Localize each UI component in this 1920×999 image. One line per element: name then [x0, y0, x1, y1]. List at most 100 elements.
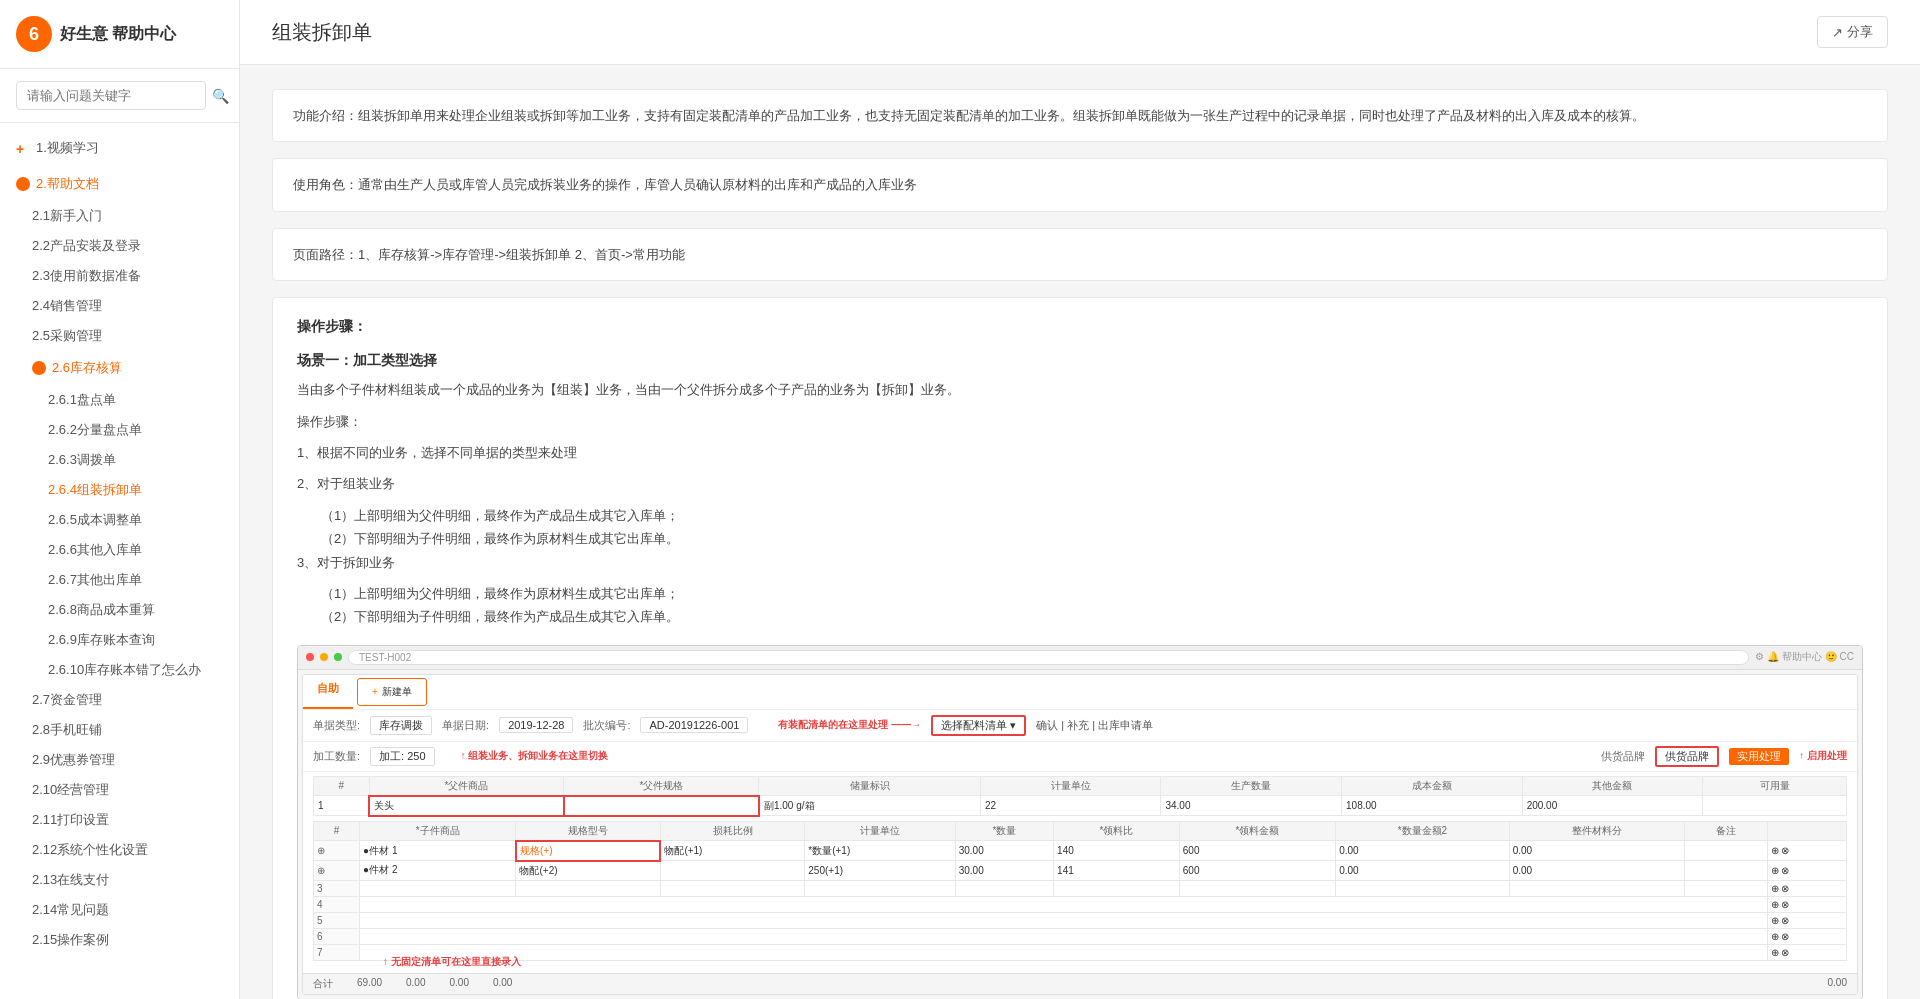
- ss-btn-apply[interactable]: 实用处理: [1729, 748, 1789, 765]
- sidebar-item-2-10[interactable]: 2.10经营管理: [32, 775, 239, 805]
- sidebar-item-2-4[interactable]: 2.4销售管理: [32, 291, 239, 321]
- sidebar-item-2-14[interactable]: 2.14常见问题: [32, 895, 239, 925]
- ss-ltd-qty-1: 30.00: [955, 841, 1053, 861]
- ss-ltd-amt2-2: 0.00: [1336, 861, 1509, 881]
- ss-lower-row-7: 7 ⊕ ⊗: [314, 944, 1847, 960]
- sub-steps-2: （1）上部明细为父件明细，最终作为产成品生成其它入库单； （2）下部明细为子件明…: [297, 504, 1863, 551]
- ss-min-dot: [320, 653, 328, 661]
- sidebar-item-2-7[interactable]: 2.7资金管理: [32, 685, 239, 715]
- sidebar-item-2-1[interactable]: 2.1新手入门: [32, 201, 239, 231]
- ss-ltd-no-1: ⊕: [314, 841, 360, 861]
- sub-step-2-1: （1）上部明细为父件明细，最终作为产成品生成其它入库单；: [321, 504, 1863, 527]
- sidebar-item-2-6-8[interactable]: 2.6.8商品成本重算: [48, 595, 239, 625]
- ss-lower-row-3: 3: [314, 880, 1847, 896]
- ss-ltd-qty-2: 30.00: [955, 861, 1053, 881]
- ss-upper-table: # *父件商品 *父件规格 储量标识 计量单位 生产数量 成本金额 其他金额 可: [313, 776, 1847, 817]
- sidebar-item-2-15[interactable]: 2.15操作案例: [32, 925, 239, 955]
- nav-list: + 1.视频学习 2.帮助文档 2.1新手入门 2.2产品安装及登录 2.3使用…: [0, 123, 239, 965]
- ss-ltd-no-4: 4: [314, 896, 360, 912]
- ss-ltd-action-7: ⊕ ⊗: [1767, 944, 1846, 960]
- sidebar-item-2-6-4[interactable]: 2.6.4组装拆卸单: [48, 475, 239, 505]
- sidebar-item-2-6-6[interactable]: 2.6.6其他入库单: [48, 535, 239, 565]
- ss-ltd-no-7: 7: [314, 944, 360, 960]
- sidebar-item-2-9[interactable]: 2.9优惠券管理: [32, 745, 239, 775]
- scene1-desc: 当由多个子件材料组装成一个成品的业务为【组装】业务，当由一个父件拆分成多个子产品…: [297, 378, 1863, 401]
- sidebar-item-2-12[interactable]: 2.12系统个性化设置: [32, 835, 239, 865]
- ss-ltd-note-3: [1684, 880, 1767, 896]
- ss-ltd-child-2: ●件材 2: [360, 861, 516, 881]
- ss-ltd-unit-2: 250(+1): [805, 861, 955, 881]
- step-2: 2、对于组装业务: [297, 472, 1863, 495]
- logo-icon: 6: [16, 16, 52, 52]
- ss-val-brand: 供货品牌: [1655, 746, 1719, 767]
- ss-lth-loss: 损耗比例: [660, 821, 804, 841]
- sidebar-item-2-5[interactable]: 2.5采购管理: [32, 321, 239, 351]
- ss-td-oa-1: 200.00: [1522, 796, 1703, 816]
- ss-lower-row-5: 5 ⊕ ⊗: [314, 912, 1847, 928]
- ss-ltd-action-6: ⊕ ⊗: [1767, 928, 1846, 944]
- sidebar-item-label-2: 2.帮助文档: [36, 175, 99, 193]
- ss-ltd-action-2: ⊕ ⊗: [1767, 861, 1846, 881]
- ss-label-qty: 加工数量:: [313, 749, 360, 764]
- sub-step-2-2: （2）下部明细为子件明细，最终作为原材料生成其它出库单。: [321, 527, 1863, 550]
- sidebar-item-2-8[interactable]: 2.8手机旺铺: [32, 715, 239, 745]
- sidebar-item-2-6-10[interactable]: 2.6.10库存账本错了怎么办: [48, 655, 239, 685]
- path-block: 页面路径：1、库存核算->库存管理->组装拆卸单 2、首页->常用功能: [272, 228, 1888, 281]
- ss-form-row2: 加工数量: 加工: 250 ↑ 组装业务、拆卸业务在这里切换 供货品牌 供货品牌…: [303, 742, 1857, 772]
- sidebar-item-2-11[interactable]: 2.11打印设置: [32, 805, 239, 835]
- sidebar-item-2-6-2[interactable]: 2.6.2分量盘点单: [48, 415, 239, 445]
- sidebar-item-2-6-3[interactable]: 2.6.3调拨单: [48, 445, 239, 475]
- ss-lth-unit: 计量单位: [805, 821, 955, 841]
- sidebar-item-2[interactable]: 2.帮助文档: [0, 167, 239, 201]
- ss-lower-thead: # *子件商品 规格型号 损耗比例 计量单位 *数量 *领料比 *领料金额 *数: [314, 821, 1847, 841]
- ss-ltd-unit-3: [805, 880, 955, 896]
- search-icon[interactable]: 🔍: [212, 88, 229, 104]
- ss-td-ca-1: 108.00: [1342, 796, 1523, 816]
- ss-ltd-mat-3: [1509, 880, 1684, 896]
- ss-lth-note: 备注: [1684, 821, 1767, 841]
- ss-ltd-loss-3: [660, 880, 804, 896]
- ss-lower-tbody: ⊕ ●件材 1 规格(+) 物配(+1) *数量(+1) 30.00 140 6…: [314, 841, 1847, 961]
- ss-ltd-action-3: ⊕ ⊗: [1767, 880, 1846, 896]
- logo-area: 6 好生意 帮助中心: [0, 0, 239, 69]
- ss-th-avail: 可用量: [1703, 776, 1847, 796]
- sidebar-item-2-13[interactable]: 2.13在线支付: [32, 865, 239, 895]
- ss-icons: ⚙ 🔔 帮助中心 🙂 CC: [1755, 650, 1854, 664]
- ss-ltd-unit-1: *数量(+1): [805, 841, 955, 861]
- ss-ltd-no-6: 6: [314, 928, 360, 944]
- ss-ltd-ratio-3: [1054, 880, 1180, 896]
- ss-th-cost: 成本金额: [1342, 776, 1523, 796]
- sidebar-item-2-6-5[interactable]: 2.6.5成本调整单: [48, 505, 239, 535]
- sidebar-item-1[interactable]: + 1.视频学习: [0, 131, 239, 165]
- sidebar-item-2-6-7[interactable]: 2.6.7其他出库单: [48, 565, 239, 595]
- ss-td-no-1: 1: [314, 796, 370, 816]
- ss-td-av-1: [1703, 796, 1847, 816]
- ss-td-st-1: 副1.00 g/箱: [759, 796, 980, 816]
- sidebar-item-2-6[interactable]: 2.6库存核算: [32, 351, 239, 385]
- nav-sub-sub-list-2-6: 2.6.1盘点单 2.6.2分量盘点单 2.6.3调拨单 2.6.4组装拆卸单 …: [32, 385, 239, 685]
- sidebar-item-2-6-1[interactable]: 2.6.1盘点单: [48, 385, 239, 415]
- ss-val-type: 库存调拨: [370, 716, 432, 735]
- ss-th-unit: 计量单位: [980, 776, 1161, 796]
- sidebar-item-2-6-9[interactable]: 2.6.9库存账本查询: [48, 625, 239, 655]
- ss-label-date: 单据日期:: [442, 718, 489, 733]
- ss-ltd-no-5: 5: [314, 912, 360, 928]
- ss-ltd-action-5: ⊕ ⊗: [1767, 912, 1846, 928]
- ss-th-storage: 储量标识: [759, 776, 980, 796]
- ss-val-batch: AD-20191226-001: [640, 717, 748, 733]
- ss-ltd-no-2: ⊕: [314, 861, 360, 881]
- ss-annotation1: 有装配清单的在这里处理 ——→: [778, 718, 921, 732]
- ss-th-no: #: [314, 776, 370, 796]
- ss-lth-spec: 规格型号: [516, 821, 660, 841]
- screenshot-area: TEST-H002 ⚙ 🔔 帮助中心 🙂 CC 自助 + 新建单: [297, 645, 1863, 999]
- sub-step-3-2: （2）下部明细为子件明细，最终作为产成品生成其它入库单。: [321, 605, 1863, 628]
- ss-ltd-action-1: ⊕ ⊗: [1767, 841, 1846, 861]
- sidebar-item-2-2[interactable]: 2.2产品安装及登录: [32, 231, 239, 261]
- search-input[interactable]: [16, 81, 206, 110]
- active-dot-icon-2-6: [32, 361, 46, 375]
- ss-lth-amt: *领料金额: [1179, 821, 1335, 841]
- ss-lth-ratio: *领料比: [1054, 821, 1180, 841]
- ss-ltd-amt-1: 600: [1179, 841, 1335, 861]
- sidebar-item-2-3[interactable]: 2.3使用前数据准备: [32, 261, 239, 291]
- share-button[interactable]: ↗ 分享: [1817, 16, 1888, 48]
